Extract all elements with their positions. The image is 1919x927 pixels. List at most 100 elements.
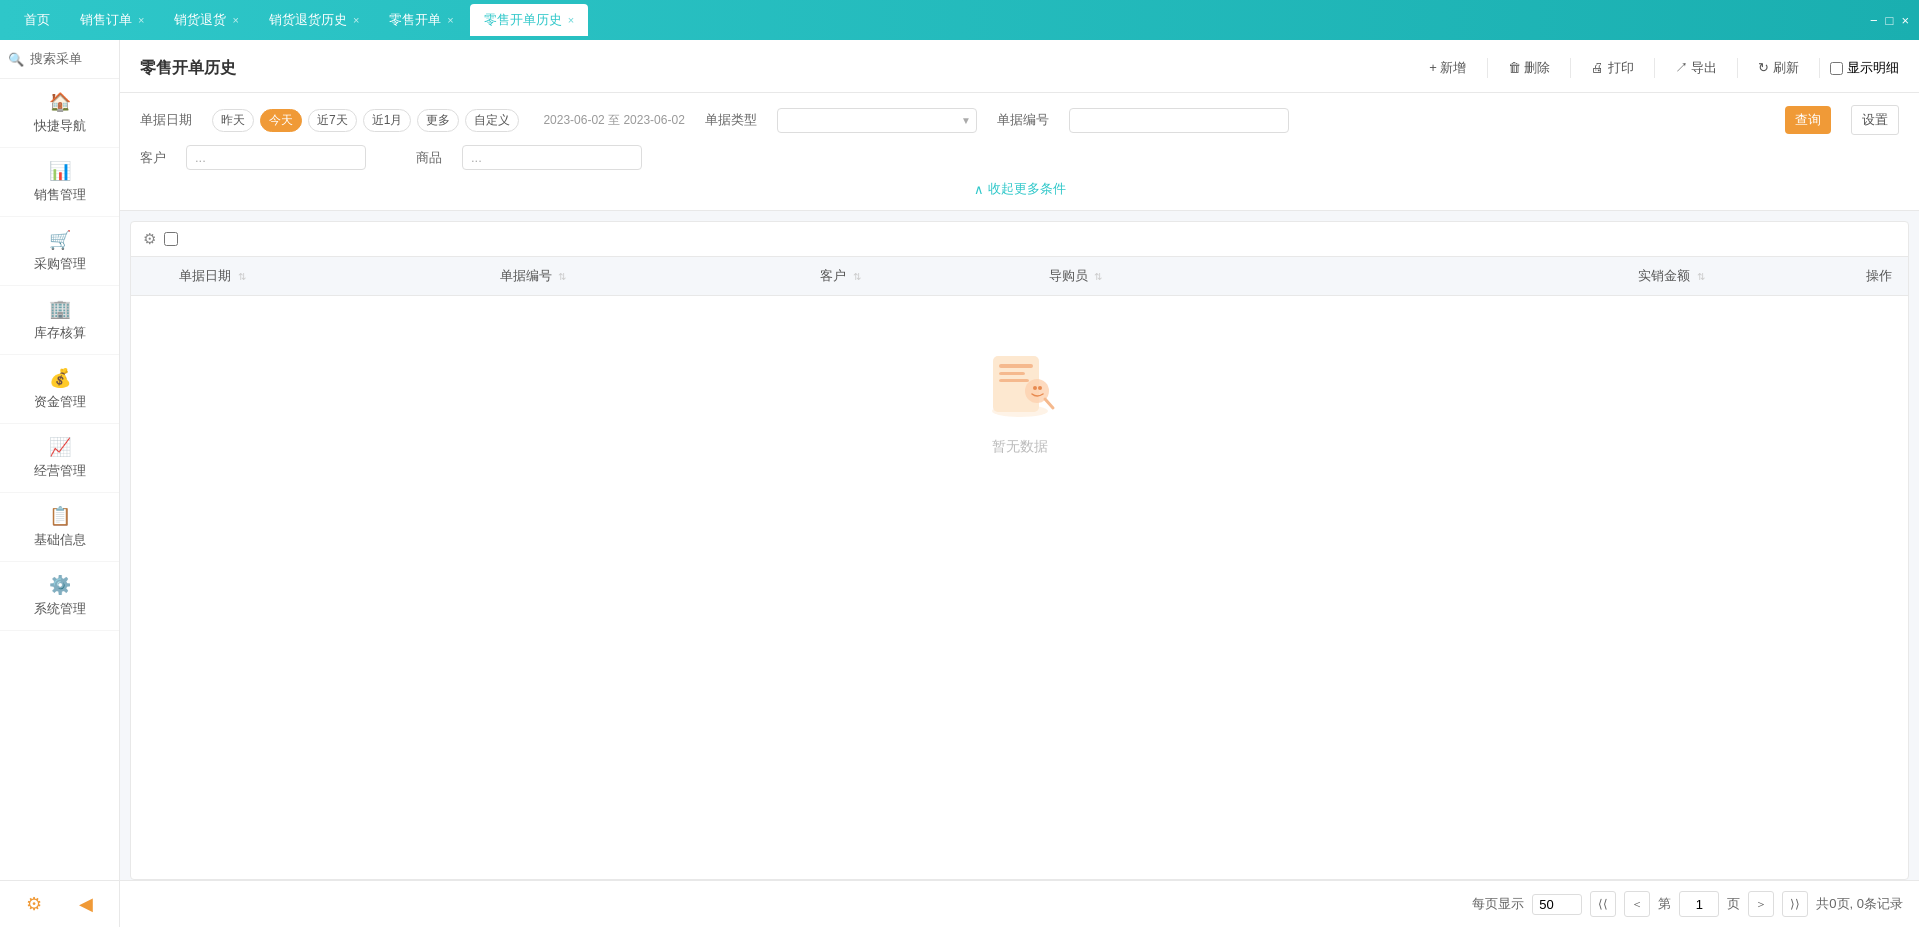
page-header: 零售开单历史 + 新增 🗑 删除 🖨 打印 ↗ 导出 ↻ 刷新 显示明细 (120, 40, 1919, 93)
th-amount: 实销金额 ⇅ (1396, 257, 1717, 296)
select-all-checkbox[interactable] (164, 232, 178, 246)
last-page-btn[interactable]: ⟩⟩ (1782, 891, 1808, 917)
refresh-button[interactable]: ↻ 刷新 (1748, 54, 1809, 82)
tab-label-home: 首页 (24, 11, 50, 29)
sidebar-label-basic-info: 基础信息 (34, 531, 86, 549)
th-ops: 操作 (1717, 257, 1908, 296)
sidebar-label-operations: 经营管理 (34, 462, 86, 480)
per-page-select[interactable]: 10 20 50 100 (1532, 894, 1582, 915)
collapse-sidebar-icon[interactable]: ◀ (79, 893, 93, 915)
sidebar-label-inventory: 库存核算 (34, 324, 86, 342)
sidebar-item-basic-info[interactable]: 📋 基础信息 (0, 493, 119, 562)
date-shortcut-0[interactable]: 昨天 (212, 109, 254, 132)
th-no-label: 单据编号 (500, 268, 552, 283)
add-button[interactable]: + 新增 (1419, 54, 1476, 82)
sort-no-icon[interactable]: ⇅ (558, 271, 566, 282)
settings-button[interactable]: 设置 (1851, 105, 1899, 135)
sidebar: 🔍 搜索采单 🏠快捷导航📊销售管理 🛒 采购管理 🏢库存核算💰资金管理 📈 经营管理 📋 基础… (0, 40, 120, 927)
sort-salesperson-icon[interactable]: ⇅ (1094, 271, 1102, 282)
tab-close-sales-return[interactable]: × (232, 14, 238, 26)
date-shortcut-2[interactable]: 近7天 (308, 109, 357, 132)
sidebar-search-label: 搜索采单 (30, 50, 82, 68)
print-button[interactable]: 🖨 打印 (1581, 54, 1644, 82)
settings-icon[interactable]: ⚙ (26, 893, 42, 915)
sidebar-label-system: 系统管理 (34, 600, 86, 618)
filter-area: 单据日期 昨天今天近7天近1月更多自定义 2023-06-02 至 2023-0… (120, 93, 1919, 211)
page-number-input[interactable] (1679, 891, 1719, 917)
doc-no-input[interactable] (1069, 108, 1289, 133)
basic-info-icon: 📋 (49, 505, 71, 527)
tab-sales-return-history[interactable]: 销货退货历史 × (255, 4, 373, 36)
query-button[interactable]: 查询 (1785, 106, 1831, 134)
toolbar-divider-3 (1654, 58, 1655, 78)
sidebar-bottom: ⚙ ◀ (0, 880, 119, 927)
doc-no-label: 单据编号 (997, 111, 1049, 129)
th-salesperson: 导购员 ⇅ (1037, 257, 1312, 296)
date-shortcut-3[interactable]: 近1月 (363, 109, 412, 132)
display-detail-toggle[interactable]: 显示明细 (1830, 59, 1899, 77)
toolbar-divider-2 (1570, 58, 1571, 78)
main-layout: 🔍 搜索采单 🏠快捷导航📊销售管理 🛒 采购管理 🏢库存核算💰资金管理 📈 经营管理 📋 基础… (0, 40, 1919, 927)
page-label: 第 (1658, 895, 1671, 913)
table-settings-icon[interactable]: ⚙ (143, 230, 156, 248)
data-table: 单据日期 ⇅ 单据编号 ⇅ 客户 ⇅ (131, 257, 1908, 296)
toolbar-divider-1 (1487, 58, 1488, 78)
empty-text: 暂无数据 (992, 438, 1048, 456)
operations-icon: 📈 (49, 436, 71, 458)
collapse-row[interactable]: ∧ 收起更多条件 (140, 180, 1899, 198)
sidebar-item-system[interactable]: ⚙️ 系统管理 (0, 562, 119, 631)
empty-illustration (975, 336, 1065, 426)
toolbar-divider-5 (1819, 58, 1820, 78)
customer-ellipsis-icon: ... (195, 150, 206, 165)
sort-amount-icon[interactable]: ⇅ (1697, 271, 1705, 282)
sort-customer-icon[interactable]: ⇅ (853, 271, 861, 282)
date-label: 单据日期 (140, 111, 192, 129)
sidebar-item-purchase-mgmt[interactable]: 🛒 采购管理 (0, 217, 119, 286)
system-icon: ⚙️ (49, 574, 71, 596)
maximize-btn[interactable]: □ (1886, 13, 1894, 28)
per-page-label: 每页显示 (1472, 895, 1524, 913)
doc-type-select[interactable] (777, 108, 977, 133)
purchase-mgmt-icon: 🛒 (49, 229, 71, 251)
product-input[interactable]: ... (462, 145, 642, 170)
tab-label-sales-return-history: 销货退货历史 (269, 11, 347, 29)
table-wrapper: 单据日期 ⇅ 单据编号 ⇅ 客户 ⇅ (131, 257, 1908, 879)
sidebar-label-purchase-mgmt: 采购管理 (34, 255, 86, 273)
delete-button[interactable]: 🗑 删除 (1498, 54, 1561, 82)
sidebar-item-inventory[interactable]: 🏢库存核算 (0, 286, 119, 355)
customer-input[interactable]: ... (186, 145, 366, 170)
th-no: 单据编号 ⇅ (488, 257, 809, 296)
export-button[interactable]: ↗ 导出 (1665, 54, 1728, 82)
tab-close-retail-open-history[interactable]: × (568, 14, 574, 26)
date-shortcut-1[interactable]: 今天 (260, 109, 302, 132)
sidebar-item-operations[interactable]: 📈 经营管理 (0, 424, 119, 493)
date-shortcut-4[interactable]: 更多 (417, 109, 459, 132)
empty-state: 暂无数据 (131, 296, 1908, 496)
tab-close-retail-open[interactable]: × (447, 14, 453, 26)
sidebar-search[interactable]: 🔍 搜索采单 (0, 40, 119, 79)
tab-close-sales-order[interactable]: × (138, 14, 144, 26)
sidebar-label-finance: 资金管理 (34, 393, 86, 411)
collapse-label: 收起更多条件 (988, 180, 1066, 198)
display-detail-checkbox[interactable] (1830, 62, 1843, 75)
tab-home[interactable]: 首页 (10, 4, 64, 36)
minimize-btn[interactable]: − (1870, 13, 1878, 28)
prev-page-btn[interactable]: ＜ (1624, 891, 1650, 917)
top-bar: 首页销售订单×销货退货×销货退货历史×零售开单×零售开单历史× − □ × (0, 0, 1919, 40)
tab-sales-return[interactable]: 销货退货× (160, 4, 252, 36)
sidebar-item-quick-nav[interactable]: 🏠快捷导航 (0, 79, 119, 148)
tab-retail-open[interactable]: 零售开单× (375, 4, 467, 36)
date-shortcut-5[interactable]: 自定义 (465, 109, 519, 132)
date-range-display: 2023-06-02 至 2023-06-02 (543, 112, 684, 129)
tab-sales-order[interactable]: 销售订单× (66, 4, 158, 36)
sidebar-item-finance[interactable]: 💰资金管理 (0, 355, 119, 424)
table-head: 单据日期 ⇅ 单据编号 ⇅ 客户 ⇅ (131, 257, 1908, 296)
tab-retail-open-history[interactable]: 零售开单历史× (470, 4, 588, 36)
next-page-btn[interactable]: ＞ (1748, 891, 1774, 917)
sidebar-item-sales-mgmt[interactable]: 📊销售管理 (0, 148, 119, 217)
first-page-btn[interactable]: ⟨⟨ (1590, 891, 1616, 917)
tab-close-sales-return-history[interactable]: × (353, 14, 359, 26)
window-close-btn[interactable]: × (1901, 13, 1909, 28)
svg-line-6 (1045, 399, 1053, 408)
sort-date-icon[interactable]: ⇅ (238, 271, 246, 282)
